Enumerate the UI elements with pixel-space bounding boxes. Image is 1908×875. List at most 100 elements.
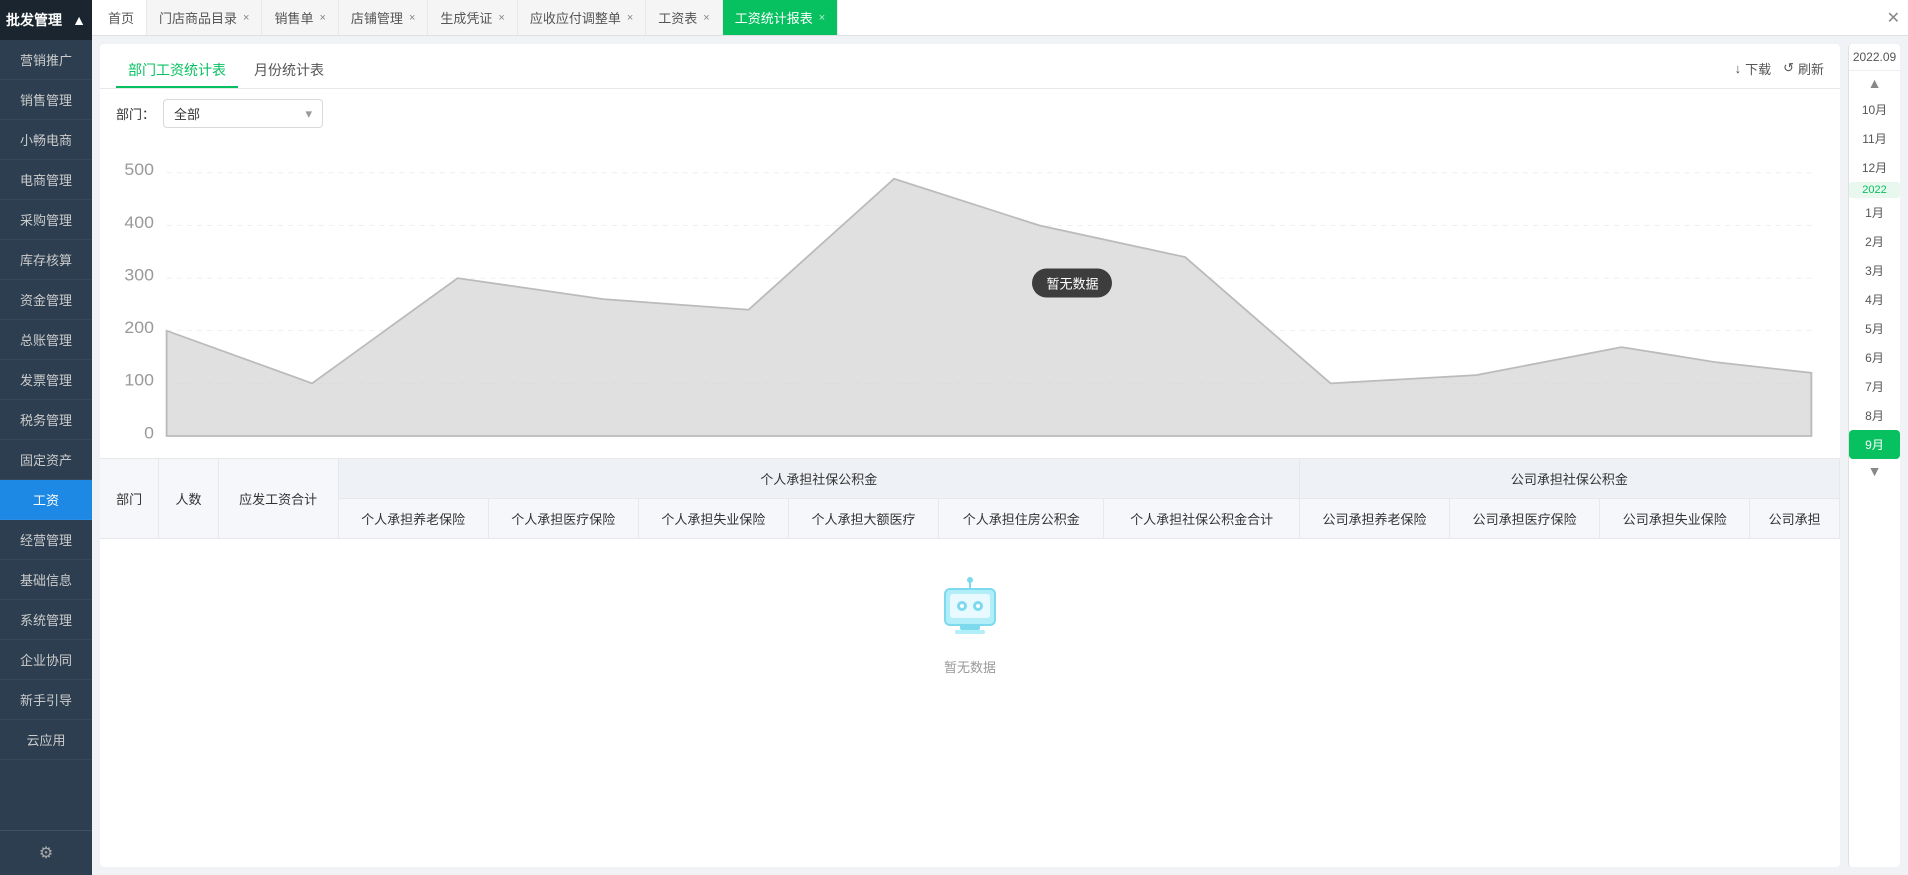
empty-state: 暂无数据: [100, 539, 1840, 706]
chart-container: 0 100 200 300 400 500: [116, 146, 1824, 450]
date-year-2022[interactable]: 2022: [1849, 182, 1900, 198]
close-icon[interactable]: ×: [703, 12, 709, 24]
date-month-3[interactable]: 3月: [1849, 256, 1900, 285]
date-month-6[interactable]: 6月: [1849, 343, 1900, 372]
sidebar-item-工资[interactable]: 工资: [0, 480, 92, 520]
date-display: 2022.09: [1853, 50, 1896, 64]
sidebar-item-固定资产[interactable]: 固定资产: [0, 440, 92, 480]
tab-首页[interactable]: 首页: [96, 0, 147, 35]
th-个人住房公积金: 个人承担住房公积金: [939, 499, 1104, 539]
chart-area: 0 100 200 300 400 500: [100, 138, 1840, 458]
department-select[interactable]: 全部 ▾: [163, 99, 323, 128]
page-content: 部门工资统计表 月份统计表 ↓ 下载 ↺ 刷新: [92, 36, 1908, 875]
sidebar-item-企业协同[interactable]: 企业协同: [0, 640, 92, 680]
chart-no-data-tooltip: 暂无数据: [1032, 268, 1112, 297]
date-month-4[interactable]: 4月: [1849, 285, 1900, 314]
th-应发工资合计: 应发工资合计: [218, 459, 338, 539]
date-month-11[interactable]: 11月: [1849, 124, 1900, 153]
sidebar-title: 批发管理: [6, 10, 62, 30]
th-公司失业: 公司承担失业保险: [1600, 499, 1750, 539]
sidebar-item-税务管理[interactable]: 税务管理: [0, 400, 92, 440]
tab-店铺管理[interactable]: 店铺管理 ×: [339, 0, 428, 35]
tab-bar: 首页 门店商品目录 × 销售单 × 店铺管理 × 生成凭证 × 应收应付调整单 …: [92, 0, 1908, 36]
settings-button[interactable]: ⚙: [0, 830, 92, 875]
close-icon[interactable]: ×: [627, 12, 633, 24]
date-month-10[interactable]: 10月: [1849, 95, 1900, 124]
th-个人承担社保公积金: 个人承担社保公积金: [338, 459, 1299, 499]
sidebar-item-基础信息[interactable]: 基础信息: [0, 560, 92, 600]
sidebar-item-总账管理[interactable]: 总账管理: [0, 320, 92, 360]
tab-部门工资统计表[interactable]: 部门工资统计表: [116, 54, 238, 88]
svg-text:100: 100: [124, 371, 154, 389]
tab-月份统计表[interactable]: 月份统计表: [242, 54, 336, 88]
tab-应收应付调整单[interactable]: 应收应付调整单 ×: [518, 0, 646, 35]
sidebar-item-销售管理[interactable]: 销售管理: [0, 80, 92, 120]
sidebar-item-电商管理[interactable]: 电商管理: [0, 160, 92, 200]
date-month-8[interactable]: 8月: [1849, 401, 1900, 430]
svg-text:500: 500: [124, 161, 154, 179]
svg-text:0: 0: [144, 424, 154, 442]
date-down-button[interactable]: ▼: [1849, 459, 1900, 483]
close-icon[interactable]: ×: [498, 12, 504, 24]
close-icon[interactable]: ×: [243, 12, 249, 24]
tab-门店商品目录[interactable]: 门店商品目录 ×: [147, 0, 262, 35]
sidebar-item-采购管理[interactable]: 采购管理: [0, 200, 92, 240]
sidebar-item-小畅电商[interactable]: 小畅电商: [0, 120, 92, 160]
sidebar-item-发票管理[interactable]: 发票管理: [0, 360, 92, 400]
tab-工资表[interactable]: 工资表 ×: [646, 0, 722, 35]
date-month-7[interactable]: 7月: [1849, 372, 1900, 401]
window-close-icon[interactable]: ✕: [1887, 8, 1900, 28]
date-month-9[interactable]: 9月: [1849, 430, 1900, 459]
sidebar-item-营销推广[interactable]: 营销推广: [0, 40, 92, 80]
tab-销售单[interactable]: 销售单 ×: [262, 0, 338, 35]
chart-svg: 0 100 200 300 400 500: [116, 146, 1824, 450]
th-公司承担社保公积金: 公司承担社保公积金: [1299, 459, 1839, 499]
date-month-1[interactable]: 1月: [1849, 198, 1900, 227]
department-select-value: 全部: [174, 104, 200, 123]
sidebar-toggle-icon: ▲: [72, 12, 86, 28]
table-section: 部门 人数 应发工资合计 个人承担社保公积金 公司承担社保公积金 个人承担养老保…: [100, 458, 1840, 867]
close-icon[interactable]: ×: [409, 12, 415, 24]
date-up-button[interactable]: ▲: [1849, 71, 1900, 95]
sidebar-item-系统管理[interactable]: 系统管理: [0, 600, 92, 640]
tab-工资统计报表[interactable]: 工资统计报表 ×: [723, 0, 838, 35]
th-个人社保合计: 个人承担社保公积金合计: [1104, 499, 1300, 539]
table-header: 部门 人数 应发工资合计 个人承担社保公积金 公司承担社保公积金 个人承担养老保…: [100, 459, 1840, 539]
sidebar-item-经营管理[interactable]: 经营管理: [0, 520, 92, 560]
th-人数: 人数: [159, 459, 218, 539]
th-部门: 部门: [100, 459, 159, 539]
download-button[interactable]: ↓ 下载: [1735, 59, 1772, 78]
close-icon[interactable]: ×: [319, 12, 325, 24]
refresh-button[interactable]: ↺ 刷新: [1783, 59, 1824, 78]
sidebar-item-库存核算[interactable]: 库存核算: [0, 240, 92, 280]
sidebar-item-云应用[interactable]: 云应用: [0, 720, 92, 760]
sidebar-item-新手引导[interactable]: 新手引导: [0, 680, 92, 720]
empty-icon: [930, 569, 1010, 649]
th-公司医疗: 公司承担医疗保险: [1450, 499, 1600, 539]
toolbar-actions: ↓ 下载 ↺ 刷新: [1735, 59, 1824, 84]
sidebar: 批发管理 ▲ 营销推广 销售管理 小畅电商 电商管理 采购管理 库存核算 资金管…: [0, 0, 92, 875]
data-table: 部门 人数 应发工资合计 个人承担社保公积金 公司承担社保公积金 个人承担养老保…: [100, 459, 1840, 539]
date-month-12[interactable]: 12月: [1849, 153, 1900, 182]
chevron-down-icon: ▾: [305, 106, 312, 122]
svg-text:200: 200: [124, 319, 154, 337]
th-个人养老: 个人承担养老保险: [338, 499, 488, 539]
refresh-icon: ↺: [1783, 60, 1794, 76]
sub-tabs: 部门工资统计表 月份统计表 ↓ 下载 ↺ 刷新: [100, 44, 1840, 89]
close-icon[interactable]: ×: [819, 12, 825, 24]
sidebar-header[interactable]: 批发管理 ▲: [0, 0, 92, 40]
th-公司承担: 公司承担: [1750, 499, 1840, 539]
main-content: 首页 门店商品目录 × 销售单 × 店铺管理 × 生成凭证 × 应收应付调整单 …: [92, 0, 1908, 875]
gear-icon: ⚙: [39, 845, 53, 862]
th-公司养老: 公司承担养老保险: [1299, 499, 1449, 539]
date-panel: 2022.09 ▲ 10月 11月 12月 2022 1月 2月 3月 4月 5…: [1848, 44, 1900, 867]
th-个人失业: 个人承担失业保险: [638, 499, 788, 539]
empty-label: 暂无数据: [944, 657, 996, 676]
date-year-header: 2022.09: [1849, 44, 1900, 71]
filter-row: 部门： 全部 ▾: [100, 89, 1840, 138]
tab-生成凭证[interactable]: 生成凭证 ×: [428, 0, 517, 35]
date-month-5[interactable]: 5月: [1849, 314, 1900, 343]
date-month-2[interactable]: 2月: [1849, 227, 1900, 256]
svg-text:300: 300: [124, 266, 154, 284]
sidebar-item-资金管理[interactable]: 资金管理: [0, 280, 92, 320]
